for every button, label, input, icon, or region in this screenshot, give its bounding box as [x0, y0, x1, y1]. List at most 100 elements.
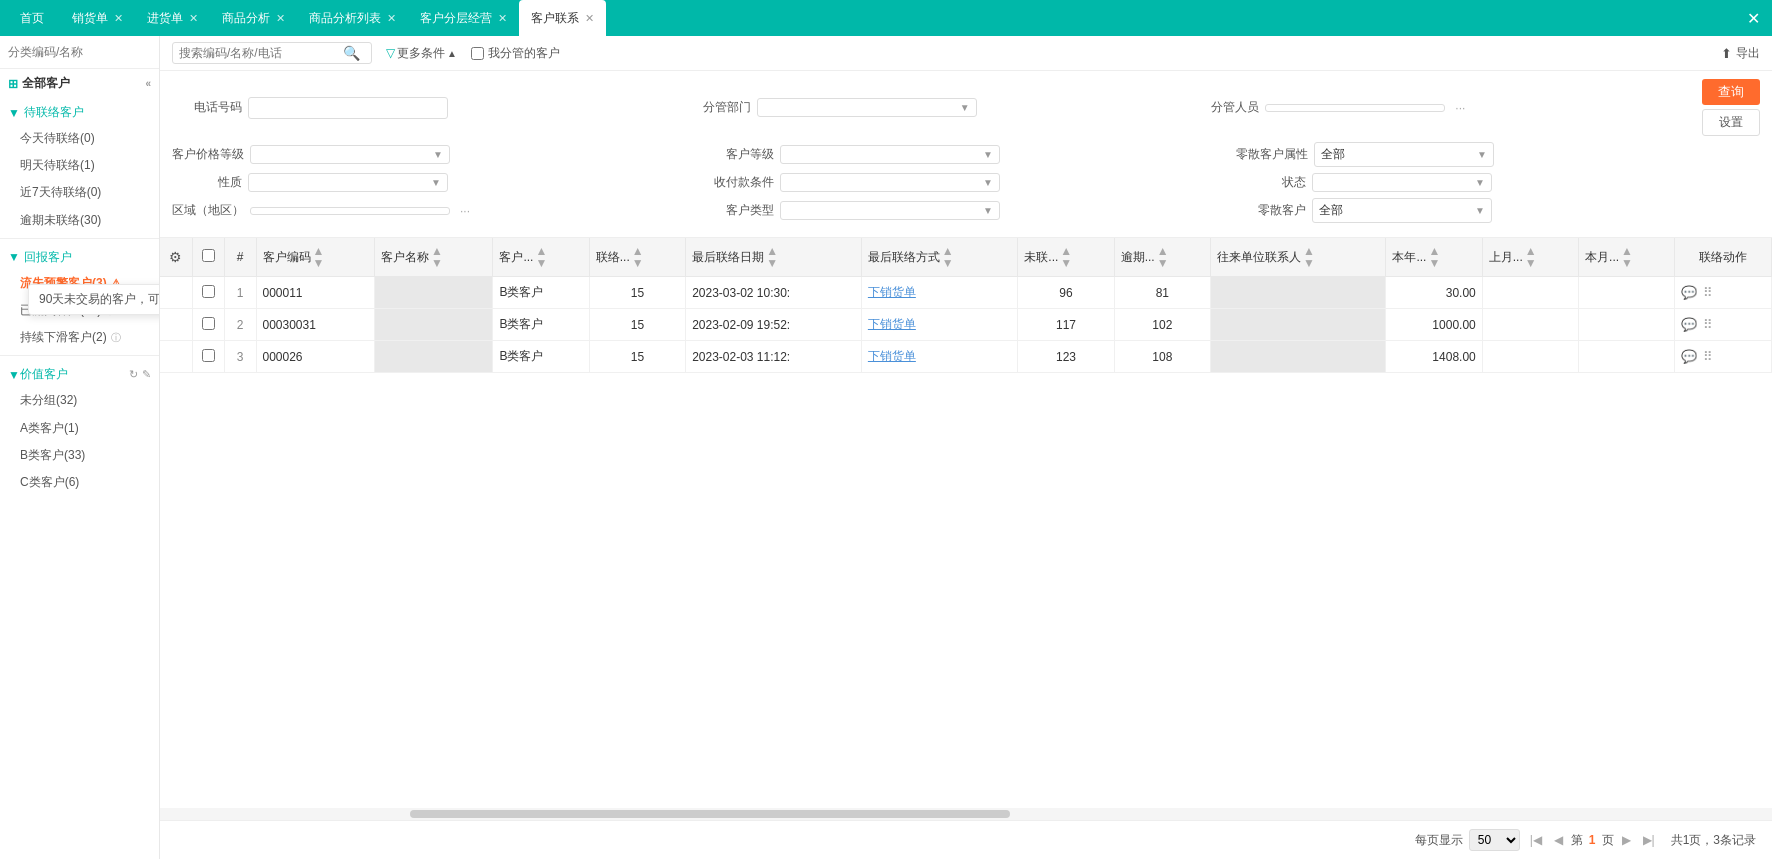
more-actions-icon[interactable]: ⠿: [1703, 317, 1713, 332]
last-method-link[interactable]: 下销货单: [868, 349, 916, 363]
contact-col-header[interactable]: 联络... ▲▼: [589, 238, 685, 277]
sidebar-item-7days-pending[interactable]: 近7天待联络(0): [0, 179, 159, 206]
region-select[interactable]: [250, 207, 450, 215]
close-icon[interactable]: ✕: [276, 12, 285, 25]
sidebar-all-customers[interactable]: ⊞ 全部客户 «: [0, 69, 159, 98]
sidebar: 🔍 ⊞ 全部客户 « ▼ 待联络客户 今天待联络(0) 明天待联络(1) 近7天…: [0, 36, 160, 859]
status-label: 状态: [1236, 174, 1306, 191]
status-select[interactable]: ▼: [1312, 173, 1492, 192]
per-page-select[interactable]: 50 100: [1469, 829, 1520, 851]
row-checkbox[interactable]: [202, 349, 215, 362]
query-button[interactable]: 查询: [1702, 79, 1760, 105]
sidebar-item-c-class[interactable]: C类客户(6): [0, 469, 159, 496]
person-more-icon[interactable]: ···: [1451, 101, 1469, 115]
tab-sales[interactable]: 销货单 ✕: [60, 0, 135, 36]
sidebar-item-today-pending[interactable]: 今天待联络(0): [0, 125, 159, 152]
sidebar-section-pending[interactable]: ▼ 待联络客户: [0, 98, 159, 125]
row-actions: 💬 ⠿: [1675, 277, 1772, 309]
row-last-method[interactable]: 下销货单: [861, 277, 1017, 309]
close-icon[interactable]: ✕: [585, 12, 594, 25]
code-col-header[interactable]: 客户编码 ▲▼: [256, 238, 374, 277]
filter-customer-type: 客户类型 ▼: [704, 201, 1228, 220]
customer-level-select[interactable]: ▼: [780, 145, 1000, 164]
last-date-col-header[interactable]: 最后联络日期 ▲▼: [686, 238, 862, 277]
row-checkbox[interactable]: [202, 317, 215, 330]
close-icon[interactable]: ✕: [189, 12, 198, 25]
zero-customer-select[interactable]: 全部 ▼: [1312, 198, 1492, 223]
message-icon[interactable]: 💬: [1681, 285, 1697, 300]
search-button-icon[interactable]: 🔍: [343, 45, 360, 61]
payment-select[interactable]: ▼: [780, 173, 1000, 192]
price-level-select[interactable]: ▼: [250, 145, 450, 164]
phone-input[interactable]: [248, 97, 448, 119]
row-last-method[interactable]: 下销货单: [861, 309, 1017, 341]
close-icon[interactable]: ✕: [114, 12, 123, 25]
region-more-icon[interactable]: ···: [456, 204, 474, 218]
sidebar-section-lost[interactable]: ▼ 回报客户: [0, 243, 159, 270]
window-close-button[interactable]: ✕: [1735, 9, 1772, 28]
select-all-checkbox[interactable]: [202, 249, 215, 262]
table-row: 1 000011 B类客户 15 2023-03-02 10:30: 下销货单 …: [160, 277, 1772, 309]
row-checkbox[interactable]: [202, 285, 215, 298]
sidebar-item-tomorrow-pending[interactable]: 明天待联络(1): [0, 152, 159, 179]
export-button[interactable]: ⬆ 导出: [1721, 45, 1760, 62]
more-filters-button[interactable]: ▽ 更多条件 ▲: [380, 43, 463, 64]
message-icon[interactable]: 💬: [1681, 349, 1697, 364]
last-page-button[interactable]: ▶|: [1639, 832, 1659, 848]
type-col-header[interactable]: 客户... ▲▼: [493, 238, 589, 277]
tab-home[interactable]: 首页: [4, 0, 60, 36]
tab-product-analysis[interactable]: 商品分析 ✕: [210, 0, 297, 36]
sidebar-search-icon[interactable]: 🔍: [158, 44, 160, 60]
tab-customer-contact[interactable]: 客户联系 ✕: [519, 0, 606, 36]
checkbox-col-header: [192, 238, 224, 277]
not-contacted-col-header[interactable]: 未联... ▲▼: [1018, 238, 1114, 277]
gender-select[interactable]: ▼: [248, 173, 448, 192]
sort-arrows-icon: ▲▼: [1060, 245, 1072, 269]
row-last-month: [1482, 309, 1578, 341]
sidebar-item-ungrouped[interactable]: 未分组(32): [0, 387, 159, 414]
last-method-col-header[interactable]: 最后联络方式 ▲▼: [861, 238, 1017, 277]
last-month-col-header[interactable]: 上月... ▲▼: [1482, 238, 1578, 277]
overdue-col-header[interactable]: 逾期... ▲▼: [1114, 238, 1210, 277]
row-last-method[interactable]: 下销货单: [861, 341, 1017, 373]
tab-product-list[interactable]: 商品分析列表 ✕: [297, 0, 408, 36]
more-actions-icon[interactable]: ⠿: [1703, 285, 1713, 300]
first-page-button[interactable]: |◀: [1526, 832, 1546, 848]
last-method-link[interactable]: 下销货单: [868, 285, 916, 299]
customer-type-select[interactable]: ▼: [780, 201, 1000, 220]
sidebar-item-b-class[interactable]: B类客户(33): [0, 442, 159, 469]
next-page-button[interactable]: ▶: [1618, 832, 1635, 848]
person-select[interactable]: [1265, 104, 1445, 112]
prev-page-button[interactable]: ◀: [1550, 832, 1567, 848]
collapse-icon[interactable]: «: [145, 78, 151, 89]
zero-attr-select[interactable]: 全部 ▼: [1314, 142, 1494, 167]
refresh-icon[interactable]: ↻: [129, 368, 138, 381]
sidebar-item-overdue-pending[interactable]: 逾期未联络(30): [0, 207, 159, 234]
sort-arrows-icon: ▲▼: [1303, 245, 1315, 269]
name-col-header[interactable]: 客户名称 ▲▼: [374, 238, 492, 277]
column-settings-icon[interactable]: ⚙: [169, 249, 182, 265]
sidebar-section-value[interactable]: ▼ 价值客户 ↻ ✎: [0, 360, 159, 387]
dept-select[interactable]: ▼: [757, 98, 977, 117]
this-year-col-header[interactable]: 本年... ▲▼: [1386, 238, 1482, 277]
edit-icon[interactable]: ✎: [142, 368, 151, 381]
search-input[interactable]: [179, 46, 339, 60]
horizontal-scrollbar[interactable]: [160, 808, 1772, 820]
unit-contact-col-header[interactable]: 往来单位联系人 ▲▼: [1210, 238, 1385, 277]
close-icon[interactable]: ✕: [498, 12, 507, 25]
sidebar-item-a-class[interactable]: A类客户(1): [0, 415, 159, 442]
sidebar-item-declining[interactable]: 持续下滑客户(2) ⓘ: [0, 324, 159, 351]
last-method-link[interactable]: 下销货单: [868, 317, 916, 331]
my-customers-checkbox[interactable]: [471, 47, 484, 60]
settings-button[interactable]: 设置: [1702, 109, 1760, 136]
this-month-col-header[interactable]: 本月... ▲▼: [1579, 238, 1675, 277]
row-code: 000011: [256, 277, 374, 309]
close-icon[interactable]: ✕: [387, 12, 396, 25]
tab-purchase[interactable]: 进货单 ✕: [135, 0, 210, 36]
message-icon[interactable]: 💬: [1681, 317, 1697, 332]
more-actions-icon[interactable]: ⠿: [1703, 349, 1713, 364]
sidebar-search-input[interactable]: [8, 45, 158, 59]
scrollbar-thumb[interactable]: [410, 810, 1010, 818]
settings-col-header[interactable]: ⚙: [160, 238, 192, 277]
tab-customer-tier[interactable]: 客户分层经营 ✕: [408, 0, 519, 36]
